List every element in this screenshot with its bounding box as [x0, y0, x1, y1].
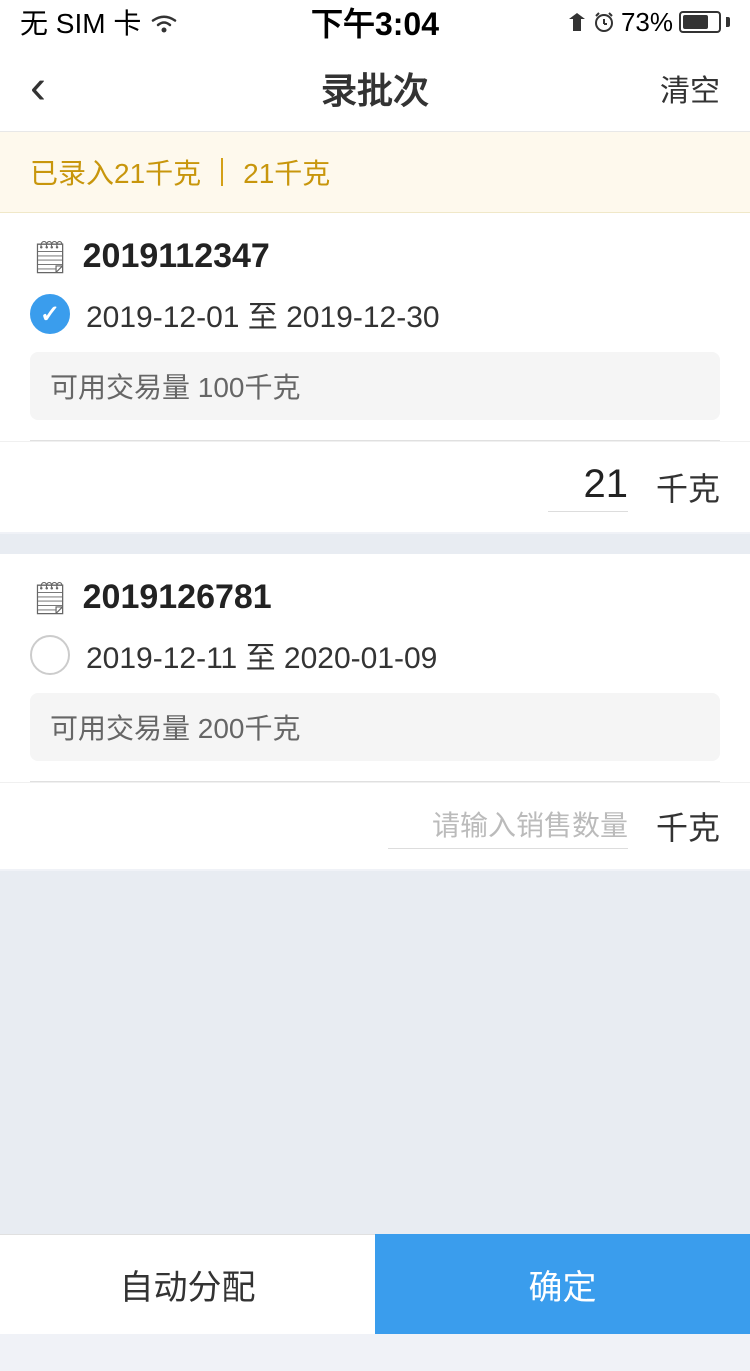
info-label: 已录入21千克 [30, 152, 201, 192]
batch-header-2: 🗒 2019126781 [30, 578, 720, 617]
batch-header-1: 🗒 2019112347 [30, 237, 720, 276]
location-icon [567, 11, 587, 33]
batch-date-1: 2019-12-01 至 2019-12-30 [86, 292, 440, 336]
content-area: 🗒 2019112347 2019-12-01 至 2019-12-30 可用交… [0, 213, 750, 1371]
auto-distribute-button[interactable]: 自动分配 [0, 1234, 375, 1334]
status-carrier: 无 SIM 卡 [20, 2, 179, 42]
confirm-button[interactable]: 确定 [375, 1234, 750, 1334]
radio-batch-1[interactable] [30, 294, 70, 334]
batch-available-1: 可用交易量 100千克 [30, 352, 720, 420]
quantity-value-1[interactable]: 21 [548, 462, 628, 512]
page-title: 录批次 [321, 62, 429, 114]
back-button[interactable]: ‹ [30, 60, 90, 115]
clear-button[interactable]: 清空 [660, 66, 720, 110]
batch-card-1: 🗒 2019112347 2019-12-01 至 2019-12-30 可用交… [0, 213, 750, 532]
empty-area [0, 871, 750, 1271]
batch-id-2: 2019126781 [83, 578, 272, 617]
status-bar: 无 SIM 卡 下午3:04 73% [0, 0, 750, 44]
batch-id-icon-1: 🗒 [30, 238, 71, 276]
quantity-placeholder-2[interactable]: 请输入销售数量 [388, 804, 628, 849]
quantity-row-1: 21 千克 [0, 441, 750, 532]
quantity-unit-1: 千克 [656, 464, 720, 510]
info-value: 21千克 [243, 152, 330, 192]
info-banner: 已录入21千克 21千克 [0, 132, 750, 213]
batch-available-2: 可用交易量 200千克 [30, 693, 720, 761]
batch-date-2: 2019-12-11 至 2020-01-09 [86, 633, 437, 677]
battery-percentage: 73% [621, 7, 673, 38]
wifi-icon [149, 11, 179, 33]
alarm-icon [593, 11, 615, 33]
quantity-row-2: 请输入销售数量 千克 [0, 782, 750, 869]
section-divider [0, 534, 750, 554]
batch-date-row-2: 2019-12-11 至 2020-01-09 [30, 633, 720, 677]
batch-date-row-1: 2019-12-01 至 2019-12-30 [30, 292, 720, 336]
batch-id-icon-2: 🗒 [30, 579, 71, 617]
info-divider [221, 158, 223, 186]
status-right: 73% [567, 7, 730, 38]
batch-card-2: 🗒 2019126781 2019-12-11 至 2020-01-09 可用交… [0, 554, 750, 869]
status-time: 下午3:04 [311, 0, 439, 45]
batch-id-1: 2019112347 [83, 237, 270, 276]
radio-batch-2[interactable] [30, 635, 70, 675]
battery-indicator [679, 11, 730, 33]
quantity-unit-2: 千克 [656, 803, 720, 849]
nav-bar: ‹ 录批次 清空 [0, 44, 750, 132]
bottom-bar: 自动分配 确定 [0, 1234, 750, 1334]
